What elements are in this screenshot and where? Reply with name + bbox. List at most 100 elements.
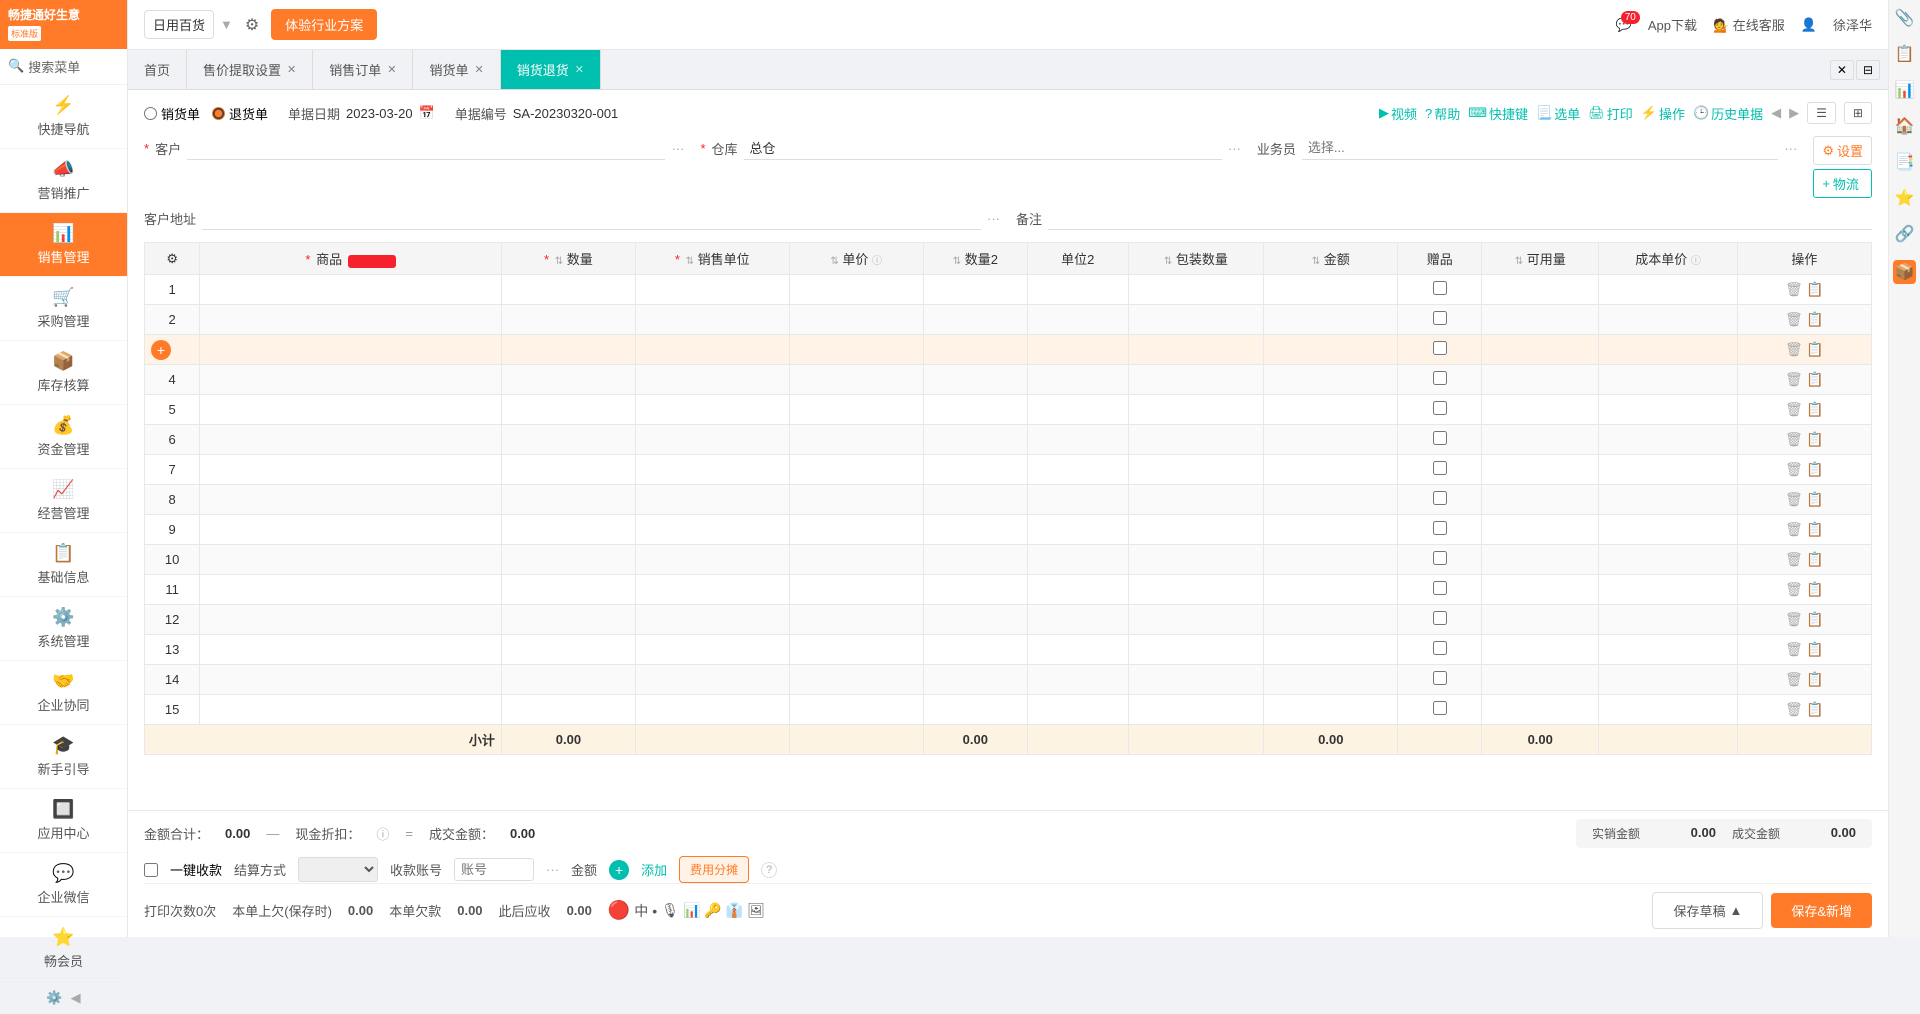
price-cell[interactable] — [789, 515, 923, 545]
unit2-input[interactable] — [1034, 582, 1122, 597]
price-input[interactable] — [796, 492, 917, 507]
gift-checkbox[interactable] — [1433, 581, 1447, 595]
price-input[interactable] — [796, 402, 917, 417]
delete-row-btn[interactable]: 🗑 — [1785, 461, 1803, 478]
qty-input[interactable] — [508, 312, 629, 327]
amount-input[interactable] — [1270, 702, 1391, 717]
sidebar-item-basic[interactable]: 📋 基础信息 — [0, 533, 127, 597]
product-cell[interactable] — [200, 395, 502, 425]
available-cell[interactable] — [1482, 635, 1599, 665]
pack-qty-cell[interactable] — [1128, 365, 1264, 395]
sidebar-item-finance[interactable]: 💰 资金管理 — [0, 405, 127, 469]
gift-checkbox[interactable] — [1433, 491, 1447, 505]
unit2-input[interactable] — [1034, 372, 1122, 387]
cost-info-icon[interactable]: ⓘ — [1691, 256, 1701, 267]
amount-input[interactable] — [1270, 522, 1391, 537]
available-input[interactable] — [1488, 552, 1592, 567]
unit-input[interactable] — [642, 342, 783, 357]
gift-cell[interactable] — [1398, 515, 1482, 545]
price-cell[interactable] — [789, 335, 923, 365]
right-icon-5[interactable]: 📑 — [1895, 152, 1915, 172]
qty-input[interactable] — [508, 282, 629, 297]
copy-row-btn[interactable]: 📋 — [1806, 701, 1823, 718]
delete-row-btn[interactable]: 🗑 — [1785, 701, 1803, 718]
unit2-cell[interactable] — [1027, 455, 1128, 485]
qty2-input[interactable] — [930, 282, 1021, 297]
gift-checkbox[interactable] — [1433, 641, 1447, 655]
user-avatar[interactable]: 👤 — [1801, 17, 1817, 33]
amount-cell[interactable] — [1264, 485, 1398, 515]
radio-sale-invoice[interactable]: 销货单 — [144, 104, 200, 123]
price-input[interactable] — [796, 672, 917, 687]
gift-checkbox[interactable] — [1433, 461, 1447, 475]
right-icon-1[interactable]: 📎 — [1895, 8, 1915, 28]
qty2-input[interactable] — [930, 612, 1021, 627]
price-input[interactable] — [796, 312, 917, 327]
product-input[interactable] — [206, 702, 495, 717]
available-input[interactable] — [1488, 582, 1592, 597]
available-input[interactable] — [1488, 462, 1592, 477]
qty2-input[interactable] — [930, 522, 1021, 537]
product-input[interactable] — [206, 402, 495, 417]
unit-input[interactable] — [642, 432, 783, 447]
delete-row-btn[interactable]: 🗑 — [1785, 581, 1803, 598]
qty2-cell[interactable] — [923, 665, 1027, 695]
amount-cell[interactable] — [1264, 515, 1398, 545]
available-input[interactable] — [1488, 312, 1592, 327]
calendar-icon[interactable]: 📅 — [419, 105, 435, 121]
tab-close-button[interactable]: ✕ — [1830, 60, 1854, 80]
unit-input[interactable] — [642, 612, 783, 627]
right-icon-3[interactable]: 📊 — [1895, 80, 1915, 100]
qty2-cell[interactable] — [923, 695, 1027, 725]
qty-cell[interactable] — [501, 695, 635, 725]
gift-cell[interactable] — [1398, 425, 1482, 455]
amount-cell[interactable] — [1264, 365, 1398, 395]
qty-cell[interactable] — [501, 635, 635, 665]
unit-cell[interactable] — [635, 395, 789, 425]
column-gear-icon[interactable]: ⚙ — [166, 251, 178, 266]
qty2-cell[interactable] — [923, 485, 1027, 515]
price-input[interactable] — [796, 342, 917, 357]
product-cell[interactable] — [200, 575, 502, 605]
qty-cell[interactable] — [501, 365, 635, 395]
nav-prev-icon[interactable]: ◀ — [1771, 105, 1781, 121]
available-cell[interactable] — [1482, 485, 1599, 515]
gift-checkbox[interactable] — [1433, 431, 1447, 445]
unit-cell[interactable] — [635, 455, 789, 485]
gift-cell[interactable] — [1398, 665, 1482, 695]
unit2-cell[interactable] — [1027, 425, 1128, 455]
amount-cell[interactable] — [1264, 575, 1398, 605]
unit-cell[interactable] — [635, 305, 789, 335]
amount-input[interactable] — [1270, 402, 1391, 417]
price-cell[interactable] — [789, 485, 923, 515]
available-cell[interactable] — [1482, 305, 1599, 335]
pack-qty-input[interactable] — [1135, 462, 1258, 477]
shortcut-link[interactable]: ⌨ 快捷键 — [1468, 104, 1528, 123]
qty-cell[interactable] — [501, 485, 635, 515]
qty2-cell[interactable] — [923, 425, 1027, 455]
unit-cell[interactable] — [635, 695, 789, 725]
qty2-cell[interactable] — [923, 365, 1027, 395]
product-cell[interactable] — [200, 695, 502, 725]
qty2-input[interactable] — [930, 342, 1021, 357]
pack-qty-input[interactable] — [1135, 402, 1258, 417]
right-icon-4[interactable]: 🏠 — [1895, 116, 1915, 136]
available-input[interactable] — [1488, 672, 1592, 687]
scan-badge-header[interactable]: 扫码录入 — [348, 255, 396, 268]
sidebar-item-guide[interactable]: 🎓 新手引导 — [0, 725, 127, 789]
available-cell[interactable] — [1482, 545, 1599, 575]
qty2-cell[interactable] — [923, 395, 1027, 425]
price-cell[interactable] — [789, 545, 923, 575]
product-input[interactable] — [206, 432, 495, 447]
price-input[interactable] — [796, 372, 917, 387]
pack-qty-input[interactable] — [1135, 672, 1258, 687]
price-info-icon[interactable]: ⓘ — [872, 256, 882, 267]
qty2-input[interactable] — [930, 702, 1021, 717]
price-input[interactable] — [796, 462, 917, 477]
amount-cell[interactable] — [1264, 695, 1398, 725]
unit-cell[interactable] — [635, 545, 789, 575]
available-input[interactable] — [1488, 282, 1592, 297]
price-cell[interactable] — [789, 425, 923, 455]
gift-cell[interactable] — [1398, 275, 1482, 305]
price-input[interactable] — [796, 282, 917, 297]
